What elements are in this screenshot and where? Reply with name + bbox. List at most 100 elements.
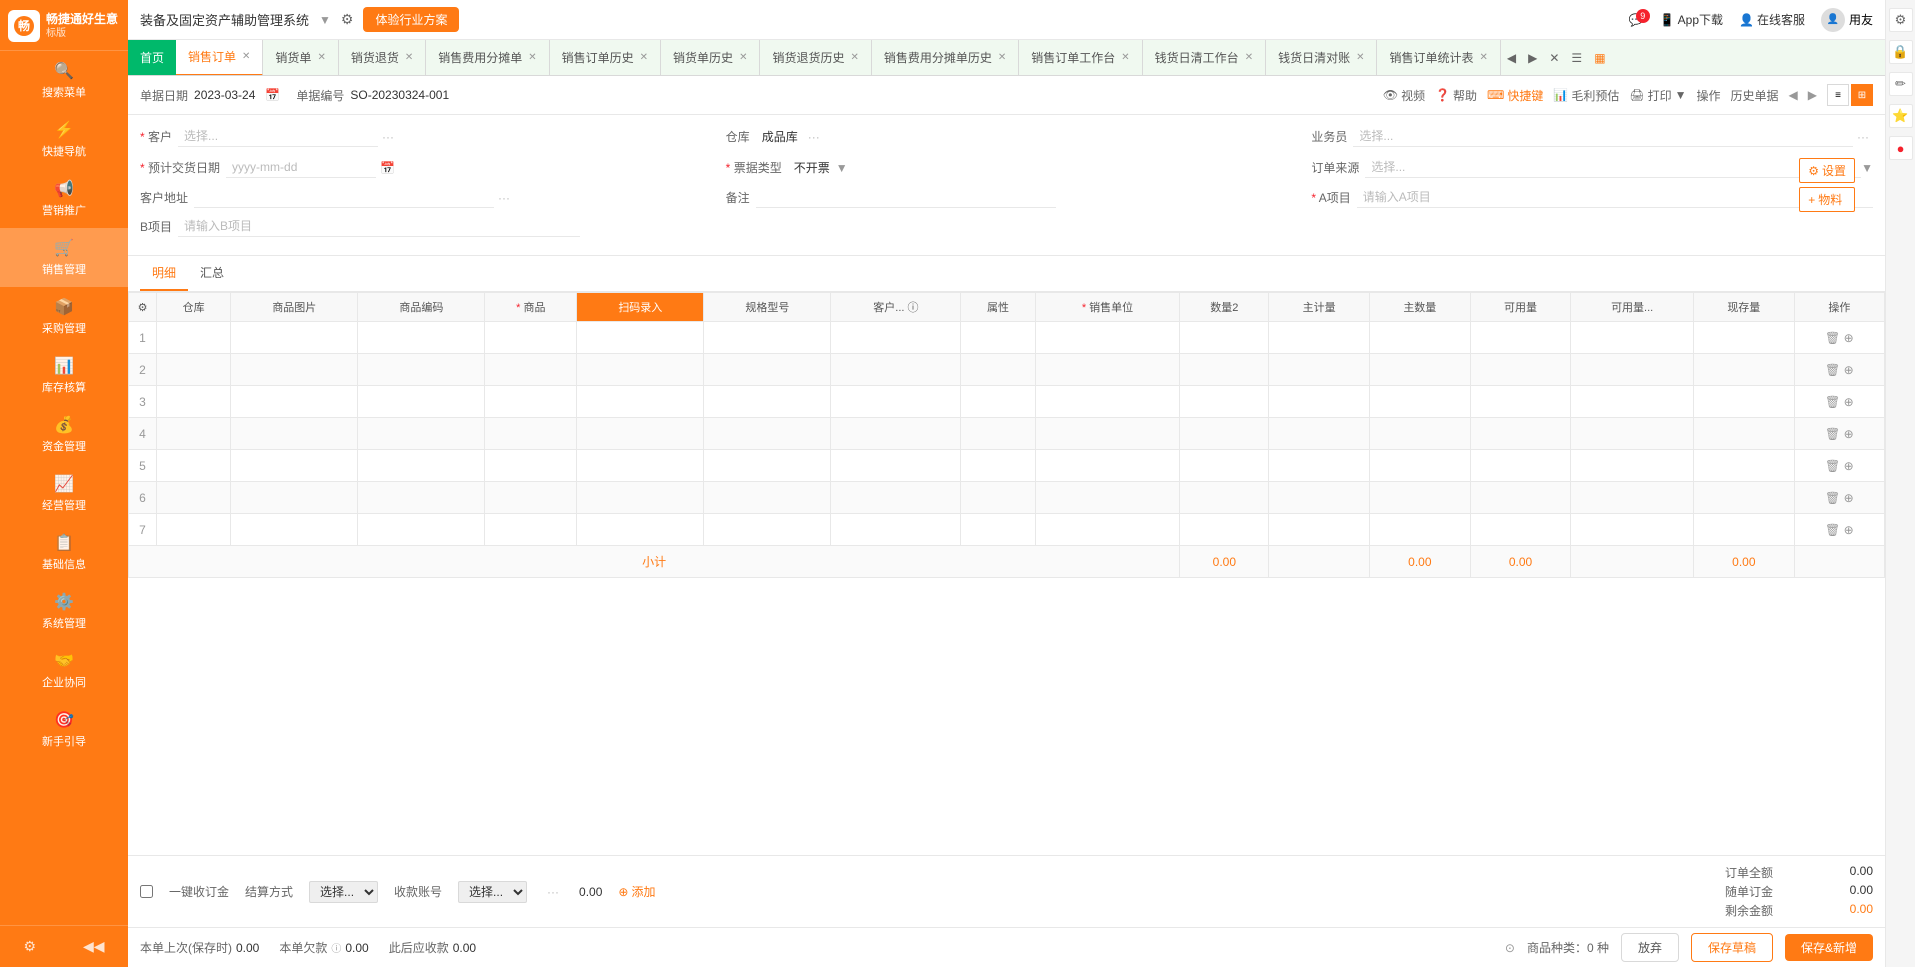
cell-image-5[interactable]	[231, 450, 358, 482]
tab-close-icon[interactable]: ✕	[528, 52, 536, 63]
next-record-btn[interactable]: ▶	[1808, 88, 1817, 102]
cell-mainunit-6[interactable]	[1269, 482, 1370, 514]
tab-daily-clear[interactable]: 钱货日清工作台 ✕	[1143, 40, 1266, 76]
cell-current-5[interactable]	[1693, 450, 1794, 482]
shortcut-action-btn[interactable]: ⌨ 快捷键	[1487, 87, 1543, 104]
cell-warehouse-1[interactable]	[157, 322, 231, 354]
cell-attr-4[interactable]	[961, 418, 1035, 450]
cell-image-7[interactable]	[231, 514, 358, 546]
cell-warehouse-7[interactable]	[157, 514, 231, 546]
sidebar-item-inventory[interactable]: 📊 库存核算	[0, 346, 128, 405]
tab-close-icon[interactable]: ✕	[850, 52, 858, 63]
col-settings[interactable]: ⚙	[129, 293, 157, 322]
tab-invoice-history[interactable]: 销货单历史 ✕	[661, 40, 760, 76]
sidebar-item-marketing[interactable]: 📢 营销推广	[0, 169, 128, 228]
profit-action-btn[interactable]: 📊 毛利预估	[1553, 87, 1619, 104]
sidebar-item-basic-info[interactable]: 📋 基础信息	[0, 523, 128, 582]
delete-row-btn-3[interactable]: 🗑	[1825, 395, 1840, 409]
cell-current-7[interactable]	[1693, 514, 1794, 546]
cell-current-4[interactable]	[1693, 418, 1794, 450]
settings-btn[interactable]: ⚙ 设置	[1799, 158, 1855, 183]
topbar-gear-icon[interactable]: ⚙	[341, 11, 354, 28]
order-source-dropdown-icon[interactable]: ▼	[1861, 161, 1873, 175]
calendar-icon[interactable]: 📅	[265, 88, 280, 102]
cell-customer-1[interactable]	[831, 322, 961, 354]
cell-spec-1[interactable]	[704, 322, 831, 354]
form-view-btn[interactable]: ⊞	[1851, 84, 1873, 106]
cell-avail-5[interactable]	[1470, 450, 1571, 482]
account-select[interactable]: 选择...	[458, 881, 527, 903]
tab-close-icon[interactable]: ✕	[1356, 52, 1364, 63]
cell-avail2-4[interactable]	[1571, 418, 1694, 450]
cell-avail-4[interactable]	[1470, 418, 1571, 450]
copy-row-btn-7[interactable]: ⊕	[1844, 523, 1854, 537]
cell-attr-2[interactable]	[961, 354, 1035, 386]
cell-avail-3[interactable]	[1470, 386, 1571, 418]
sidebar-collapse-btn[interactable]: ◀◀	[79, 934, 109, 959]
sidebar-item-guide[interactable]: 🎯 新手引导	[0, 700, 128, 759]
cell-code-7[interactable]	[358, 514, 485, 546]
cell-customer-3[interactable]	[831, 386, 961, 418]
cell-attr-6[interactable]	[961, 482, 1035, 514]
tab-detail[interactable]: 明细	[140, 256, 188, 291]
cell-customer-6[interactable]	[831, 482, 961, 514]
settlement-select[interactable]: 选择...	[309, 881, 378, 903]
tabs-prev-arrow[interactable]: ◀	[1501, 51, 1522, 65]
cell-mainunit-7[interactable]	[1269, 514, 1370, 546]
one-click-order-checkbox[interactable]	[140, 885, 153, 898]
cell-customer-4[interactable]	[831, 418, 961, 450]
tab-sales-expense[interactable]: 销售费用分摊单 ✕	[426, 40, 549, 76]
horizontal-scrollbar[interactable]	[140, 847, 1873, 855]
cell-product-6[interactable]	[485, 482, 577, 514]
cell-product-7[interactable]	[485, 514, 577, 546]
print-action-btn[interactable]: 🖨 打印 ▼	[1629, 87, 1686, 104]
cell-mainunit-2[interactable]	[1269, 354, 1370, 386]
tab-close-icon[interactable]: ✕	[1480, 52, 1488, 63]
tabs-next-arrow[interactable]: ▶	[1522, 51, 1543, 65]
address-input[interactable]	[194, 187, 494, 208]
cell-unit-2[interactable]	[1035, 354, 1180, 386]
copy-row-btn-1[interactable]: ⊕	[1844, 331, 1854, 345]
tab-close-icon[interactable]: ✕	[739, 52, 747, 63]
cell-unit-5[interactable]	[1035, 450, 1180, 482]
cell-code-1[interactable]	[358, 322, 485, 354]
tab-order-history[interactable]: 销售订单历史 ✕	[550, 40, 661, 76]
cell-qty2-5[interactable]	[1180, 450, 1269, 482]
view-action-btn[interactable]: 👁 视频	[1383, 87, 1425, 104]
delivery-date-input[interactable]	[226, 157, 376, 178]
cell-product-1[interactable]	[485, 322, 577, 354]
cell-image-1[interactable]	[231, 322, 358, 354]
sidebar-item-search[interactable]: 🔍 搜索菜单	[0, 51, 128, 110]
cell-code-2[interactable]	[358, 354, 485, 386]
cell-avail2-2[interactable]	[1571, 354, 1694, 386]
cell-product-4[interactable]	[485, 418, 577, 450]
cell-avail2-1[interactable]	[1571, 322, 1694, 354]
industry-solution-button[interactable]: 体验行业方案	[363, 7, 459, 32]
cell-mainunit-4[interactable]	[1269, 418, 1370, 450]
save-new-button[interactable]: 保存&新增	[1785, 934, 1873, 961]
cell-spec-4[interactable]	[704, 418, 831, 450]
right-panel-btn-3[interactable]: ✏	[1889, 72, 1913, 96]
cell-avail-1[interactable]	[1470, 322, 1571, 354]
cell-image-3[interactable]	[231, 386, 358, 418]
tab-summary[interactable]: 汇总	[188, 256, 236, 291]
date-value[interactable]: 2023-03-24	[194, 88, 255, 102]
save-draft-button[interactable]: 保存草稿	[1691, 933, 1773, 962]
cell-warehouse-2[interactable]	[157, 354, 231, 386]
tab-sales-order[interactable]: 销售订单 ✕	[176, 40, 263, 76]
customer-dots-icon[interactable]: ···	[378, 130, 398, 144]
salesperson-input[interactable]	[1353, 126, 1853, 147]
cell-avail2-5[interactable]	[1571, 450, 1694, 482]
message-badge[interactable]: 💬 9	[1629, 13, 1644, 27]
cell-attr-7[interactable]	[961, 514, 1035, 546]
cell-avail2-3[interactable]	[1571, 386, 1694, 418]
tab-close-icon[interactable]: ✕	[1121, 52, 1129, 63]
tab-close-icon[interactable]: ✕	[317, 52, 325, 63]
cell-warehouse-4[interactable]	[157, 418, 231, 450]
cell-attr-1[interactable]	[961, 322, 1035, 354]
cell-spec-5[interactable]	[704, 450, 831, 482]
cell-scan-6[interactable]	[577, 482, 704, 514]
cell-mainunit-1[interactable]	[1269, 322, 1370, 354]
cell-customer-5[interactable]	[831, 450, 961, 482]
cell-mainunit-3[interactable]	[1269, 386, 1370, 418]
